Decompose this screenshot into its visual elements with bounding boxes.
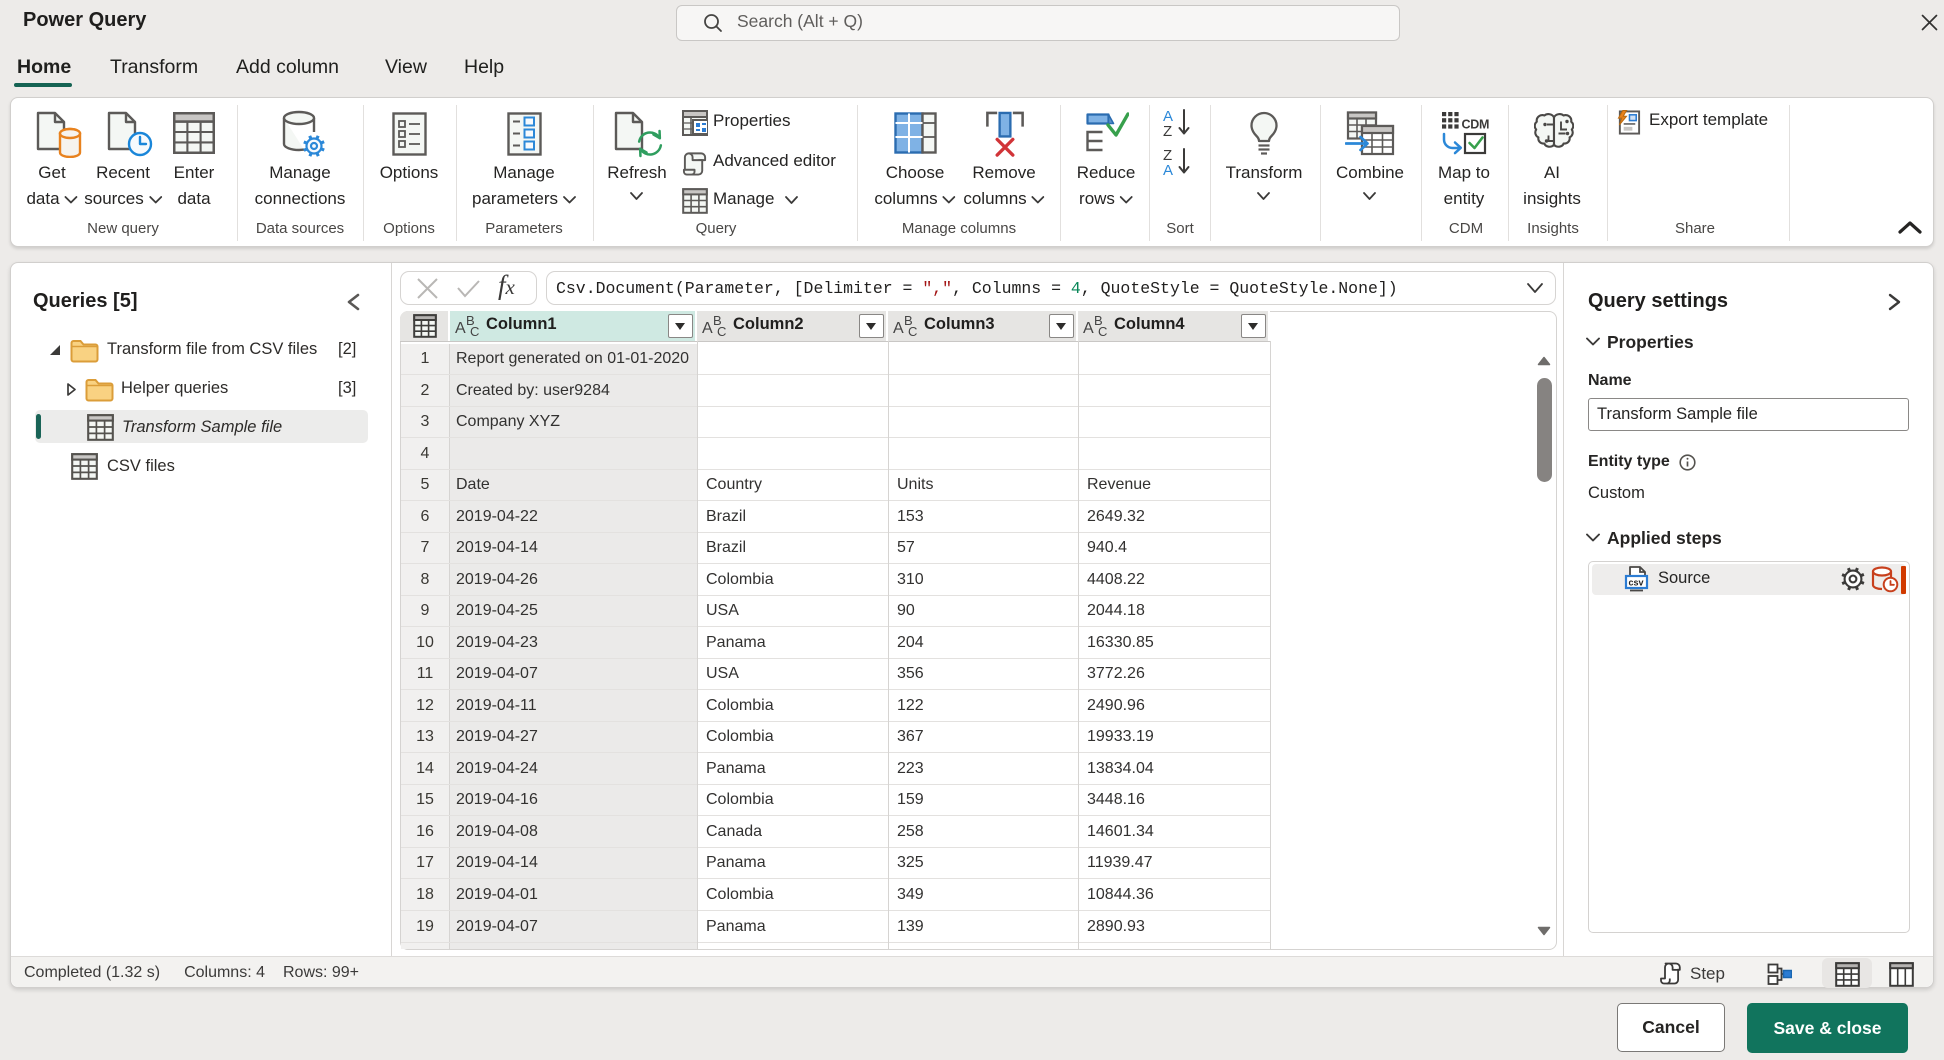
svg-text:CDM: CDM [1462,118,1490,132]
svg-text:csv: csv [1629,578,1644,588]
svg-text:Z: Z [1163,123,1172,138]
svg-text:A: A [1163,162,1173,177]
